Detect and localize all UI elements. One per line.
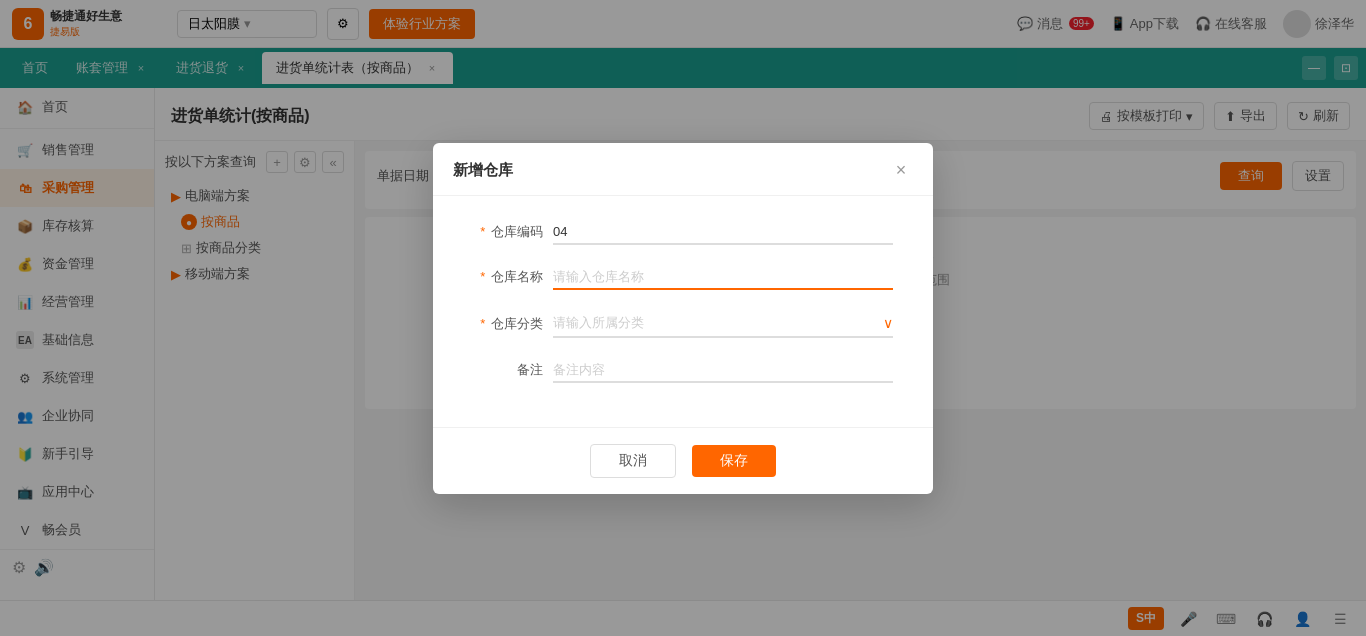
category-arrow-icon: ∨ — [883, 315, 893, 331]
save-button[interactable]: 保存 — [692, 445, 776, 477]
name-label: * 仓库名称 — [473, 268, 543, 286]
category-required: * — [480, 316, 485, 331]
category-placeholder: 请输入所属分类 — [553, 314, 883, 332]
modal-footer: 取消 保存 — [433, 427, 933, 494]
add-warehouse-modal: 新增仓库 × * 仓库编码 * 仓库名称 — [433, 143, 933, 494]
code-required: * — [480, 224, 485, 239]
remark-label: 备注 — [473, 361, 543, 379]
name-required: * — [480, 269, 485, 284]
modal-header: 新增仓库 × — [433, 143, 933, 196]
modal-body: * 仓库编码 * 仓库名称 * 仓库分类 请输入所属 — [433, 196, 933, 427]
code-form-row: * 仓库编码 — [473, 220, 893, 245]
name-input[interactable] — [553, 265, 893, 290]
modal-title: 新增仓库 — [453, 161, 513, 180]
code-label: * 仓库编码 — [473, 223, 543, 241]
category-label: * 仓库分类 — [473, 315, 543, 333]
code-input[interactable] — [553, 220, 893, 245]
cancel-button[interactable]: 取消 — [590, 444, 676, 478]
category-select[interactable]: 请输入所属分类 ∨ — [553, 310, 893, 338]
modal-overlay: 新增仓库 × * 仓库编码 * 仓库名称 — [0, 0, 1366, 636]
remark-form-row: 备注 — [473, 358, 893, 383]
category-form-row: * 仓库分类 请输入所属分类 ∨ — [473, 310, 893, 338]
remark-input[interactable] — [553, 358, 893, 383]
modal-close-button[interactable]: × — [889, 159, 913, 183]
name-form-row: * 仓库名称 — [473, 265, 893, 290]
